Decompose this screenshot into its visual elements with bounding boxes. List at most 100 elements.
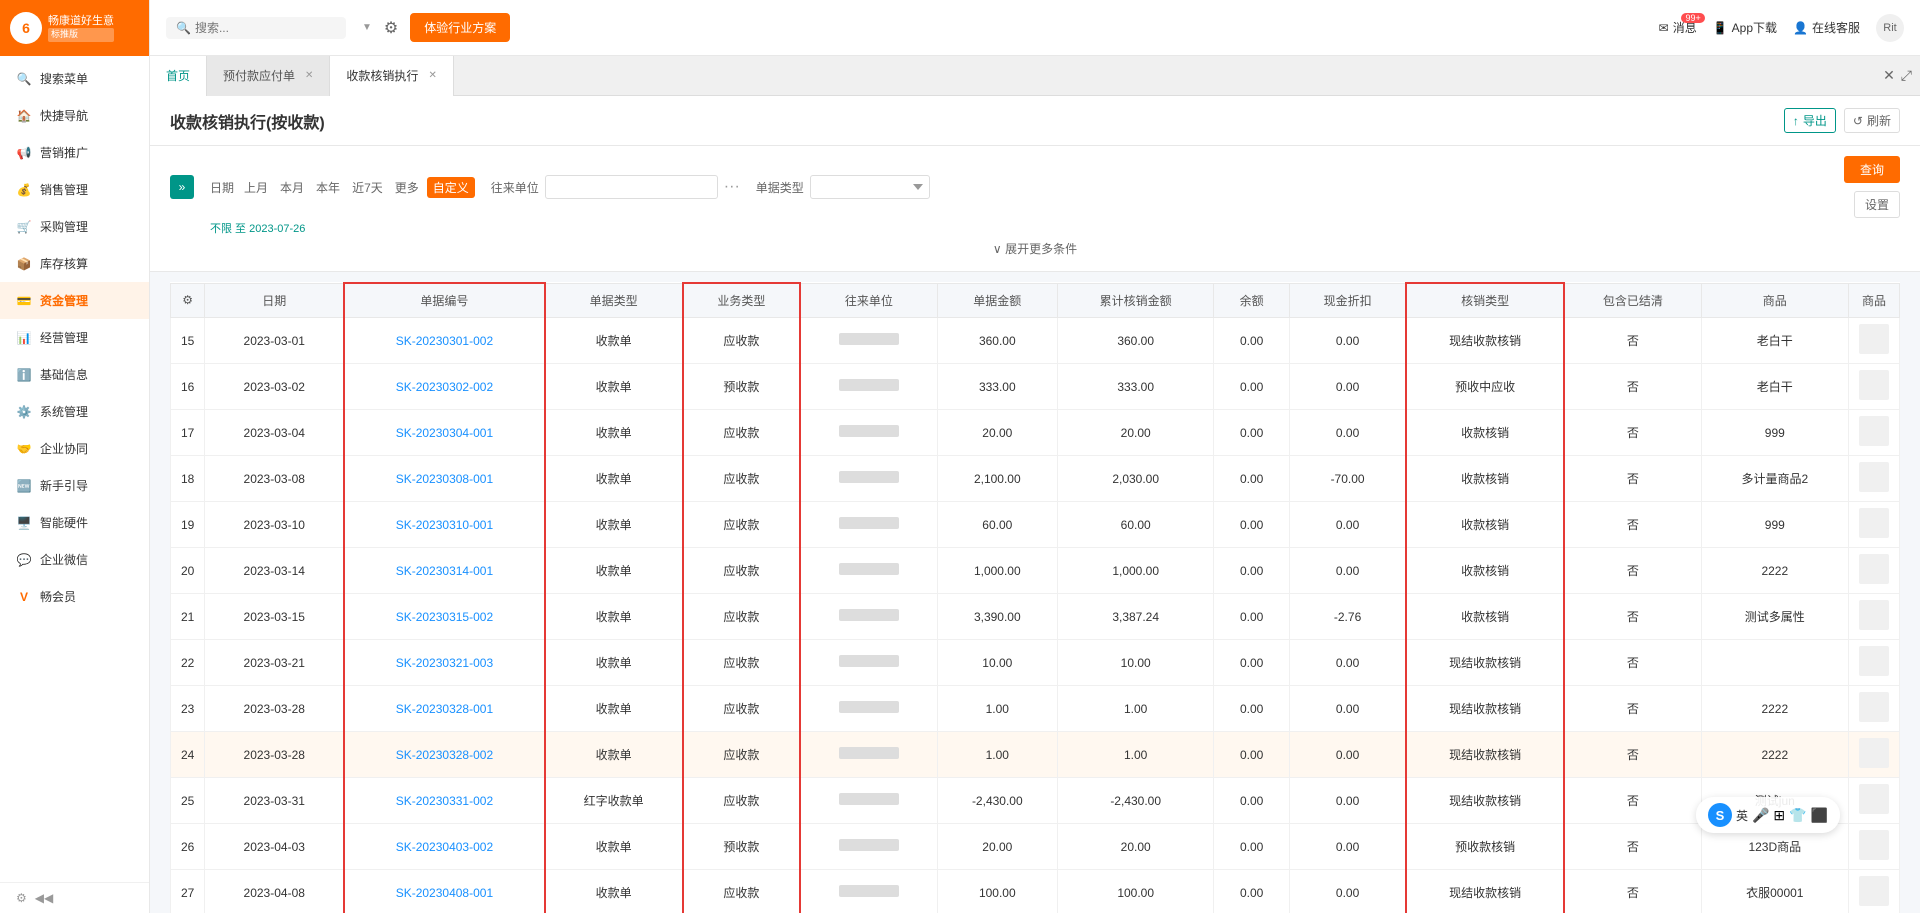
export-icon: ↑ — [1793, 114, 1799, 128]
cell-biztype: 应收款 — [683, 640, 801, 686]
tab-prepay-close-icon[interactable]: ✕ — [305, 70, 313, 81]
sidebar-item-hardware[interactable]: 🖥️ 智能硬件 — [0, 504, 149, 541]
cell-partner — [800, 870, 937, 913]
singleno-link[interactable]: SK-20230315-002 — [396, 610, 493, 624]
singleno-link[interactable]: SK-20230308-001 — [396, 472, 493, 486]
data-table: ⚙ 日期 单据编号 单据类型 业务类型 往来单位 单据金额 累计核销金额 余额 … — [170, 282, 1900, 913]
cell-goods1: 老白干 — [1701, 364, 1848, 410]
topbar-search-box[interactable]: 🔍 — [166, 17, 346, 39]
cell-singleno: SK-20230302-002 — [344, 364, 545, 410]
sidebar-item-corp[interactable]: 🤝 企业协同 — [0, 430, 149, 467]
custom-date-button[interactable]: 自定义 — [427, 177, 475, 198]
sidebar-item-marketing[interactable]: 📢 营销推广 — [0, 134, 149, 171]
search-input[interactable] — [195, 21, 315, 35]
tab-close-all-button[interactable]: ✕ — [1883, 67, 1895, 84]
this-year-button[interactable]: 本年 — [312, 177, 344, 198]
partner-filter-dots[interactable]: ··· — [724, 178, 740, 196]
cell-date: 2023-03-10 — [205, 502, 344, 548]
sidebar-item-wechat[interactable]: 💬 企业微信 — [0, 541, 149, 578]
settings-icon[interactable]: ⚙ — [16, 891, 27, 905]
cell-index: 25 — [171, 778, 205, 824]
last-7days-button[interactable]: 近7天 — [348, 177, 387, 198]
this-month-button[interactable]: 本月 — [276, 177, 308, 198]
cell-biztype: 应收款 — [683, 594, 801, 640]
cell-singletype: 红字收款单 — [545, 778, 683, 824]
singleno-link[interactable]: SK-20230408-001 — [396, 886, 493, 900]
cell-singleno: SK-20230315-002 — [344, 594, 545, 640]
cell-singletype: 收款单 — [545, 732, 683, 778]
singleno-link[interactable]: SK-20230310-001 — [396, 518, 493, 532]
cell-date: 2023-03-28 — [205, 686, 344, 732]
sidebar-item-finance[interactable]: 💳 资金管理 — [0, 282, 149, 319]
filter-toggle-button[interactable]: » — [170, 175, 194, 199]
sidebar-item-system[interactable]: ⚙️ 系统管理 — [0, 393, 149, 430]
dropdown-chevron-icon[interactable]: ▼ — [362, 22, 372, 33]
tab-home[interactable]: 首页 — [150, 56, 207, 96]
refresh-button[interactable]: ↺ 刷新 — [1844, 108, 1900, 133]
page-title: 收款核销执行(按收款) — [170, 109, 325, 133]
app-download-button[interactable]: 📱 App下载 — [1713, 19, 1777, 36]
more-date-button[interactable]: 更多 — [391, 177, 423, 198]
last-month-button[interactable]: 上月 — [240, 177, 272, 198]
sidebar-item-inventory[interactable]: 📦 库存核算 — [0, 245, 149, 282]
quicknav-icon: 🏠 — [16, 108, 32, 124]
sidebar-item-guide[interactable]: 🆕 新手引导 — [0, 467, 149, 504]
sidebar-item-purchase[interactable]: 🛒 采购管理 — [0, 208, 149, 245]
cell-included: 否 — [1564, 778, 1701, 824]
th-singleno: 单据编号 — [344, 283, 545, 318]
sidebar-item-member[interactable]: V 畅会员 — [0, 578, 149, 615]
expand-icon: ∨ — [993, 242, 1002, 256]
expand-bar[interactable]: ∨ 展开更多条件 — [170, 236, 1900, 261]
cell-cumamount: 3,387.24 — [1058, 594, 1214, 640]
cell-singleno: SK-20230403-002 — [344, 824, 545, 870]
topbar: 🔍 ▼ ⚙ 体验行业方案 ✉ 消息 99+ 📱 App下载 👤 在线客服 Rit — [150, 0, 1920, 56]
singleno-link[interactable]: SK-20230321-003 — [396, 656, 493, 670]
tab-expand-button[interactable]: ⤢ — [1901, 67, 1912, 84]
solution-button[interactable]: 体验行业方案 — [410, 13, 510, 42]
cell-balance: 0.00 — [1214, 594, 1290, 640]
avatar[interactable]: Rit — [1876, 14, 1904, 42]
cell-index: 26 — [171, 824, 205, 870]
cell-discount: -70.00 — [1289, 456, 1406, 502]
singleno-link[interactable]: SK-20230314-001 — [396, 564, 493, 578]
cell-biztype: 应收款 — [683, 732, 801, 778]
partner-filter-input[interactable] — [545, 175, 718, 199]
sidebar-item-sales[interactable]: 💰 销售管理 — [0, 171, 149, 208]
cell-singletype: 收款单 — [545, 686, 683, 732]
query-button[interactable]: 查询 — [1844, 156, 1900, 183]
sidebar-item-basic[interactable]: ℹ️ 基础信息 — [0, 356, 149, 393]
sidebar-logo: 6 畅康道好生意 标推版 — [0, 0, 149, 56]
export-button[interactable]: ↑ 导出 — [1784, 108, 1836, 133]
cell-goods2 — [1849, 410, 1900, 456]
tab-prepay-label: 预付款应付单 — [223, 67, 295, 84]
cell-singletype: 收款单 — [545, 456, 683, 502]
tab-collection-close-icon[interactable]: ✕ — [428, 70, 436, 81]
gear-icon[interactable]: ⚙ — [384, 18, 398, 38]
singleno-link[interactable]: SK-20230331-002 — [396, 794, 493, 808]
cell-singletype: 收款单 — [545, 640, 683, 686]
singleno-link[interactable]: SK-20230302-002 — [396, 380, 493, 394]
singleno-link[interactable]: SK-20230328-002 — [396, 748, 493, 762]
th-settings[interactable]: ⚙ — [171, 283, 205, 318]
sidebar-item-label: 畅会员 — [40, 588, 76, 605]
cell-partner — [800, 502, 937, 548]
sidebar-item-search[interactable]: 🔍 搜索菜单 — [0, 60, 149, 97]
cell-included: 否 — [1564, 548, 1701, 594]
singleno-link[interactable]: SK-20230328-001 — [396, 702, 493, 716]
th-partner: 往来单位 — [800, 283, 937, 318]
single-type-select[interactable] — [810, 175, 930, 199]
tab-collection[interactable]: 收款核销执行 ✕ — [330, 56, 453, 96]
collapse-icon[interactable]: ◀◀ — [35, 891, 53, 905]
singleno-link[interactable]: SK-20230403-002 — [396, 840, 493, 854]
message-button[interactable]: ✉ 消息 99+ — [1659, 19, 1697, 36]
filter-settings-button[interactable]: 设置 — [1854, 191, 1900, 218]
table-container: ⚙ 日期 单据编号 单据类型 业务类型 往来单位 单据金额 累计核销金额 余额 … — [150, 272, 1920, 913]
cell-discount: 0.00 — [1289, 640, 1406, 686]
sidebar-item-operation[interactable]: 📊 经营管理 — [0, 319, 149, 356]
online-service-button[interactable]: 👤 在线客服 — [1793, 19, 1860, 36]
cell-cumamount: 100.00 — [1058, 870, 1214, 913]
tab-prepay[interactable]: 预付款应付单 ✕ — [207, 56, 330, 96]
sidebar-item-quicknav[interactable]: 🏠 快捷导航 — [0, 97, 149, 134]
singleno-link[interactable]: SK-20230301-002 — [396, 334, 493, 348]
singleno-link[interactable]: SK-20230304-001 — [396, 426, 493, 440]
